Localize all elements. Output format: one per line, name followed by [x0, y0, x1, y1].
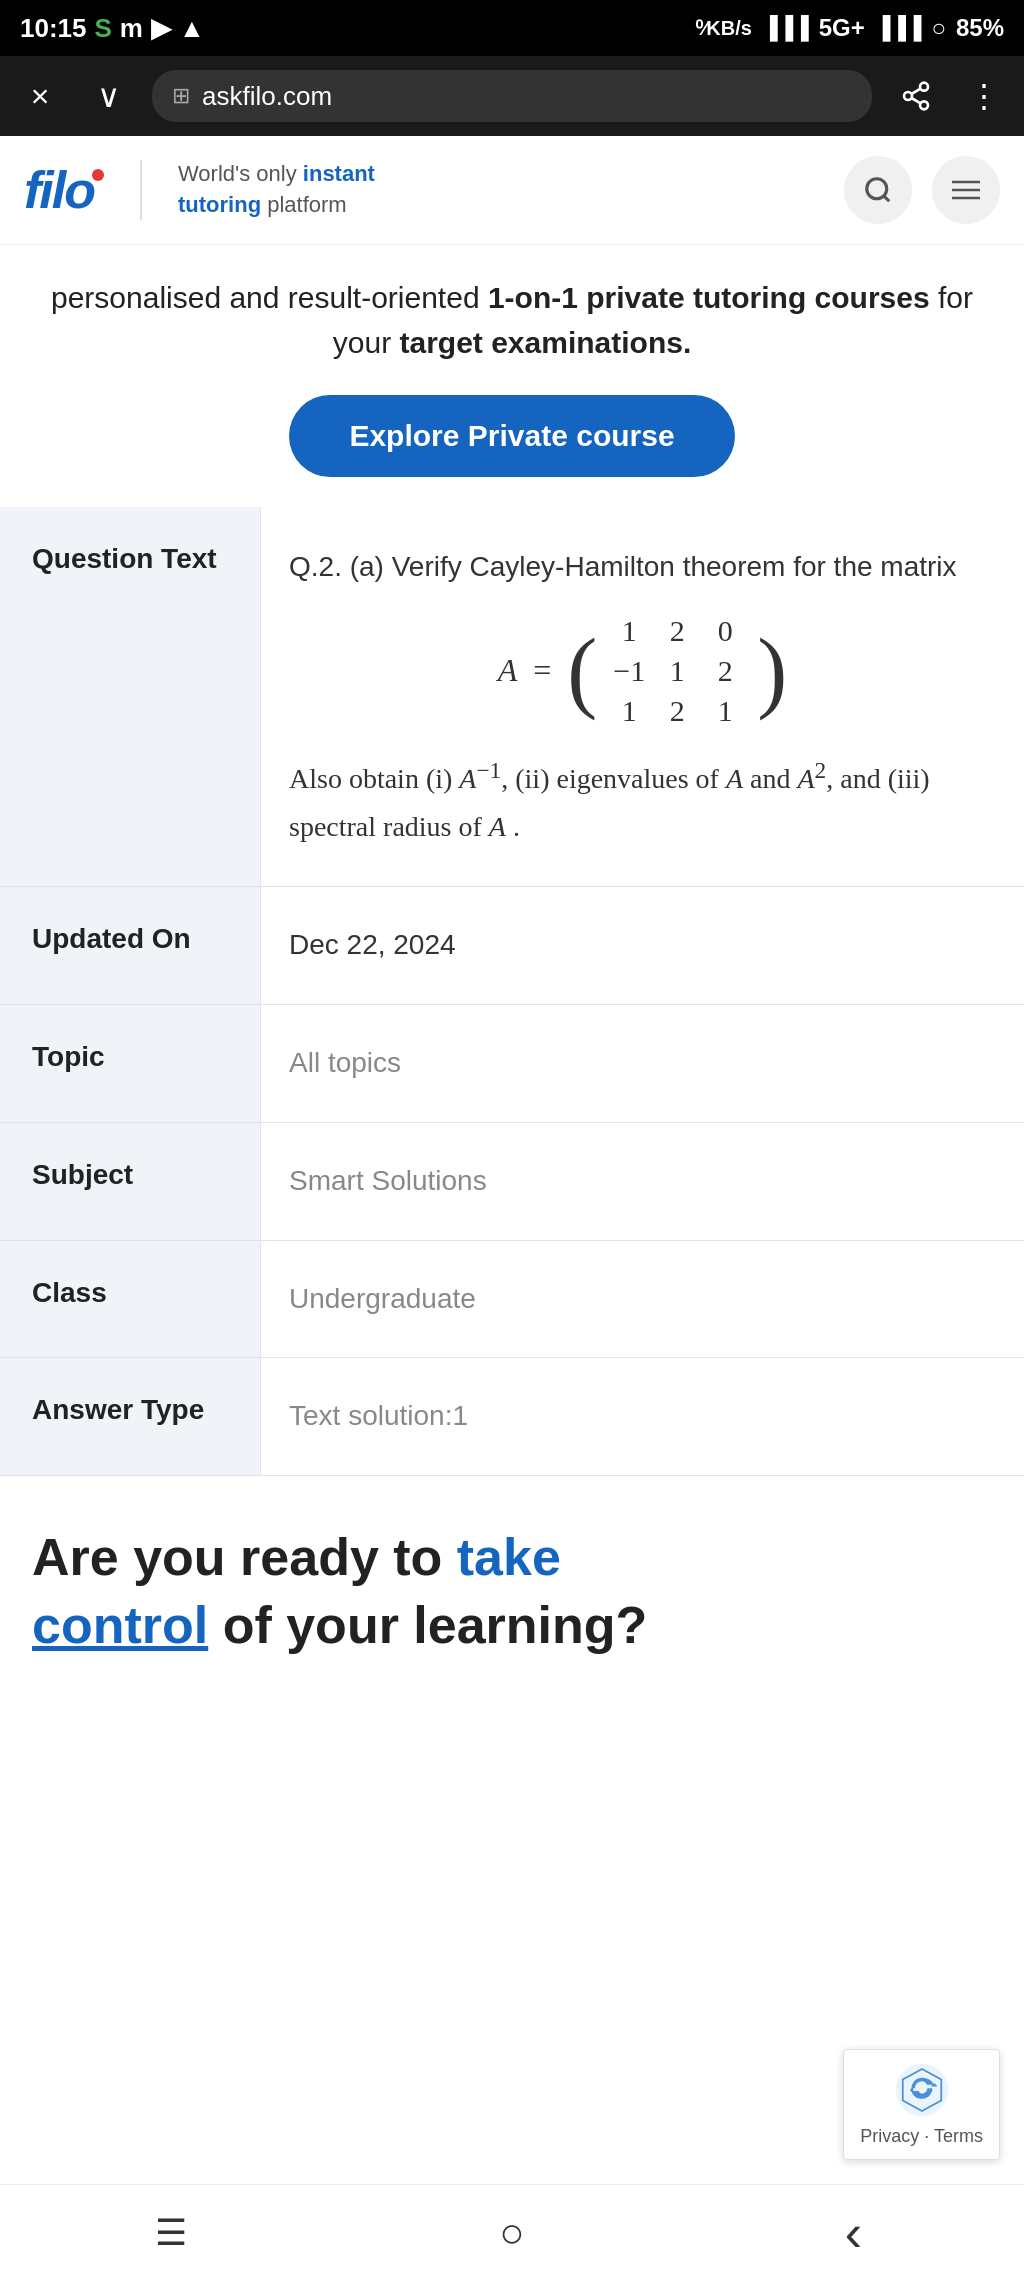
bottom-cta-section: Are you ready to take control of your le… [0, 1476, 1024, 1759]
logo-dot [92, 169, 104, 181]
matrix-display: A = ( 1 2 0 −1 1 2 1 2 1 ) [289, 611, 996, 731]
status-signal2-icon: ▐▐▐ [875, 15, 922, 41]
tagline-text1: World's only [178, 161, 303, 186]
status-battery-circle: ○ [931, 14, 946, 42]
cta-heading: Are you ready to take control of your le… [32, 1524, 992, 1659]
svg-line-3 [911, 98, 920, 103]
question-text-label: Question Text [0, 507, 260, 886]
bottom-navigation: ☰ ○ ‹ [0, 2184, 1024, 2280]
table-row: Answer Type Text solution:1 [0, 1358, 1024, 1476]
table-row: Updated On Dec 22, 2024 [0, 887, 1024, 1005]
tagline-tutoring: tutoring [178, 192, 261, 217]
promo-bold2: target examinations. [399, 326, 691, 359]
question-extra: Also obtain (i) A−1, (ii) eigenvalues of… [289, 751, 996, 851]
updated-on-value: Dec 22, 2024 [260, 887, 1024, 1004]
url-bar[interactable]: ⊞ askfilo.com [152, 70, 872, 122]
recaptcha-privacy-terms[interactable]: Privacy · Terms [860, 2126, 983, 2147]
question-text-value: Q.2. (a) Verify Cayley-Hamilton theorem … [260, 507, 1024, 886]
table-row: Question Text Q.2. (a) Verify Cayley-Ham… [0, 507, 1024, 887]
home-circle-icon: ○ [499, 2209, 524, 2257]
table-row: Class Undergraduate [0, 1241, 1024, 1359]
class-value: Undergraduate [260, 1241, 1024, 1358]
nav-back-button[interactable]: ‹ [813, 2203, 893, 2263]
nav-home-button[interactable]: ○ [472, 2203, 552, 2263]
topic-label: Topic [0, 1005, 260, 1122]
answer-type-value: Text solution:1 [260, 1358, 1024, 1475]
matrix-bracket-left: ( [567, 635, 597, 707]
svg-line-4 [911, 89, 920, 94]
status-signal-icon: ▐▐▐ [762, 15, 809, 41]
status-cloud-icon: ▲ [179, 13, 205, 44]
tagline-text2: platform [261, 192, 347, 217]
status-bar: 10:15 S m ▶ ▲ ⁰⁄KB/s ▐▐▐ 5G+ ▐▐▐ ○ 85% [0, 0, 1024, 56]
svg-point-5 [867, 179, 887, 199]
header-tagline: World's only instant tutoring platform [178, 159, 824, 221]
status-data-icon: ⁰⁄KB/s [695, 16, 752, 40]
status-time: 10:15 [20, 13, 87, 44]
logo-text: filo [24, 160, 94, 220]
site-header: filo World's only instant tutoring platf… [0, 136, 1024, 245]
hamburger-icon: ☰ [155, 2212, 187, 2254]
cta-take: take [457, 1528, 561, 1586]
matrix-label: A [498, 643, 518, 697]
question-intro: Q.2. (a) Verify Cayley-Hamilton theorem … [289, 543, 996, 591]
answer-type-label: Answer Type [0, 1358, 260, 1475]
chevron-down-button[interactable]: ∨ [84, 72, 132, 120]
question-section: Question Text Q.2. (a) Verify Cayley-Ham… [0, 507, 1024, 1476]
svg-line-6 [884, 196, 889, 201]
table-row: Topic All topics [0, 1005, 1024, 1123]
browser-nav-bar: × ∨ ⊞ askfilo.com ⋮ [0, 56, 1024, 136]
close-button[interactable]: × [16, 72, 64, 120]
lock-icon: ⊞ [172, 83, 190, 109]
menu-button[interactable] [932, 156, 1000, 224]
topic-value: All topics [260, 1005, 1024, 1122]
nav-menu-button[interactable]: ☰ [131, 2203, 211, 2263]
header-divider [140, 160, 142, 220]
promo-bold1: 1-on-1 private tutoring courses [488, 281, 930, 314]
share-button[interactable] [892, 72, 940, 120]
svg-point-1 [904, 92, 912, 100]
status-right: ⁰⁄KB/s ▐▐▐ 5G+ ▐▐▐ ○ 85% [695, 14, 1004, 42]
status-m: m [120, 13, 143, 44]
matrix-bracket-right: ) [757, 635, 787, 707]
tagline-instant: instant [303, 161, 375, 186]
status-left: 10:15 S m ▶ ▲ [20, 13, 205, 44]
status-5g: 5G+ [819, 14, 865, 42]
cta-control: control [32, 1596, 208, 1654]
search-button[interactable] [844, 156, 912, 224]
recaptcha-badge[interactable]: Privacy · Terms [843, 2049, 1000, 2160]
subject-label: Subject [0, 1123, 260, 1240]
table-row: Subject Smart Solutions [0, 1123, 1024, 1241]
back-chevron-icon: ‹ [845, 2203, 862, 2263]
status-battery: 85% [956, 14, 1004, 42]
promo-text-part1: personalised and result-oriented [51, 281, 488, 314]
promo-section: personalised and result-oriented 1-on-1 … [0, 245, 1024, 507]
updated-on-label: Updated On [0, 887, 260, 1004]
status-s: S [95, 13, 112, 44]
more-options-button[interactable]: ⋮ [960, 72, 1008, 120]
filo-logo[interactable]: filo [24, 160, 104, 220]
class-label: Class [0, 1241, 260, 1358]
subject-value: Smart Solutions [260, 1123, 1024, 1240]
cta-text-part3: of your learning? [208, 1596, 647, 1654]
explore-private-course-button[interactable]: Explore Private course [289, 395, 734, 477]
cta-text-part1: Are you ready to [32, 1528, 457, 1586]
svg-point-2 [920, 101, 928, 109]
recaptcha-icon [894, 2062, 950, 2118]
url-text: askfilo.com [202, 81, 332, 112]
promo-text: personalised and result-oriented 1-on-1 … [32, 275, 992, 365]
status-recording-icon: ▶ [151, 13, 171, 44]
svg-point-0 [920, 83, 928, 91]
matrix-values: 1 2 0 −1 1 2 1 2 1 [597, 611, 757, 731]
